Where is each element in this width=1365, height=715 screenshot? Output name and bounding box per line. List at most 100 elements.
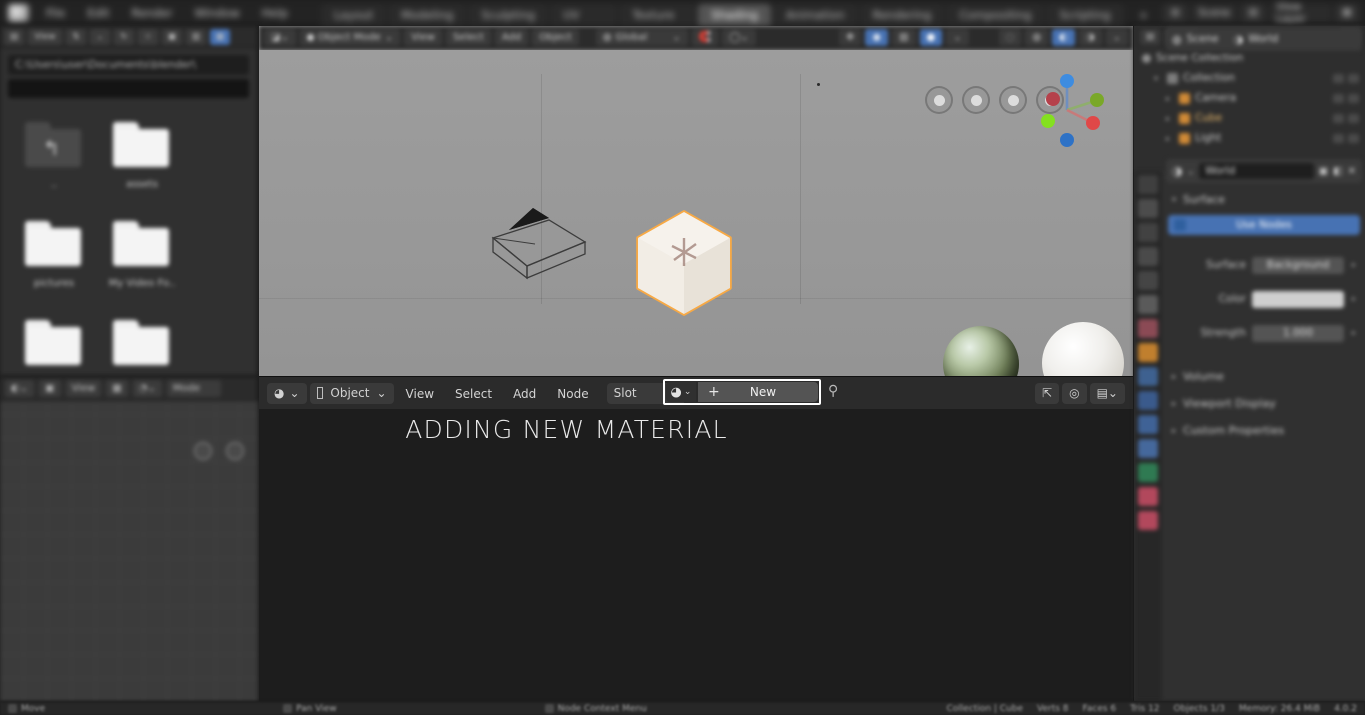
3d-viewport-icon[interactable]: ◪⌄ (264, 29, 296, 46)
properties-tab-particles[interactable] (1138, 391, 1158, 410)
properties-tab-world[interactable] (1138, 295, 1158, 314)
properties-tab-texture[interactable] (1138, 511, 1158, 530)
file-search-input[interactable] (8, 79, 249, 98)
file-browser-view-menu[interactable]: View (28, 28, 62, 45)
editor-type-icon[interactable]: ◐⌄ (5, 380, 35, 397)
properties-tab-physics[interactable] (1138, 415, 1158, 434)
animate-dot-icon[interactable]: • (1350, 293, 1358, 306)
workspace-tab-scripting[interactable]: Scripting (1046, 3, 1124, 26)
shader-overlay-icon[interactable]: ◎ (1062, 382, 1087, 404)
field-strength-value[interactable]: 1.000 (1252, 324, 1344, 342)
panel-surface[interactable]: ▾ Surface (1162, 188, 1365, 210)
filter-icon[interactable]: ⌄ (90, 28, 110, 45)
canvas-handle-b[interactable] (226, 442, 244, 460)
outliner-row-collection[interactable]: ▾ Collection (1134, 68, 1365, 88)
viewport-menu-select[interactable]: Select (445, 29, 491, 46)
shader-options-icon[interactable]: ▤⌄ (1089, 382, 1125, 404)
file-item-assets[interactable]: assets (98, 116, 186, 215)
workspace-tab-layout[interactable]: Layout (321, 3, 387, 26)
chevron-right-icon[interactable]: ▸ (1166, 94, 1174, 103)
chevron-right-icon[interactable]: ▸ (1166, 114, 1174, 123)
shader-node-canvas[interactable] (259, 409, 1133, 702)
file-path-field[interactable]: C:\Users\user\Documents\blender\ (8, 55, 249, 75)
workspace-tab-shading[interactable]: Shading (698, 3, 771, 26)
cube-object[interactable] (634, 210, 734, 316)
shader-menu-select[interactable]: Select (446, 383, 501, 404)
bookmark-icon[interactable]: ☆ (138, 28, 158, 45)
canvas-handle-a[interactable] (194, 442, 212, 460)
outliner-row-light[interactable]: ▸ Light (1134, 128, 1365, 148)
shader-editor-icon[interactable]: ◕ ⌄ (267, 382, 307, 404)
viewport-3d-scene[interactable] (259, 50, 1133, 376)
file-item-pictures[interactable]: pictures (10, 215, 98, 314)
animate-dot-icon[interactable]: • (1350, 327, 1358, 340)
file-item-my-video[interactable]: My Video Fo.. (98, 215, 186, 314)
viewport-menu-view[interactable]: View (404, 29, 442, 46)
animate-dot-icon[interactable]: • (1350, 259, 1358, 272)
workspace-tab-sculpting[interactable]: Sculpting (468, 3, 549, 26)
shading-preview-icon[interactable]: ◐ (1052, 29, 1075, 46)
properties-tab-object[interactable] (1138, 343, 1158, 362)
workspace-tab-add[interactable]: + (1126, 4, 1162, 26)
pin-icon[interactable]: ⚲ (828, 383, 838, 399)
material-browse-icon[interactable]: ◕ ⌄ (666, 382, 696, 402)
properties-tab-tool[interactable] (1138, 175, 1158, 194)
refresh-icon[interactable]: ↻ (114, 28, 134, 45)
workspace-tab-modeling[interactable]: Modeling (388, 3, 467, 26)
properties-tab-collection[interactable] (1138, 319, 1158, 338)
workspace-tab-animation[interactable]: Animation (772, 3, 858, 26)
display-list-icon[interactable]: ▥ (186, 28, 206, 45)
workspace-tab-uv-editing[interactable]: UV Editing (550, 3, 618, 45)
world-name-field[interactable]: World (1199, 163, 1314, 179)
shader-menu-node[interactable]: Node (548, 383, 597, 404)
viewport-menu-object[interactable]: Object (532, 29, 579, 46)
menu-render[interactable]: Render (120, 0, 183, 26)
viewport-overlays-icon[interactable]: ◉ (865, 29, 889, 46)
panel-volume[interactable]: ▸ Volume (1162, 365, 1365, 387)
xray-icon[interactable]: ▨ (892, 29, 916, 46)
shader-menu-view[interactable]: View (397, 383, 443, 404)
properties-tab-view-layer[interactable] (1138, 247, 1158, 266)
snap-icon[interactable]: ◔⌄ (132, 380, 162, 397)
shading-rendered-icon[interactable]: ◑ (1078, 29, 1102, 46)
workspace-tab-rendering[interactable]: Rendering (859, 3, 945, 26)
object-mode-selector[interactable]: Object Mode ⌄ (299, 29, 401, 46)
shading-solid-icon[interactable]: ◍ (1025, 29, 1049, 46)
magnet-icon[interactable]: 🧲 (691, 29, 719, 46)
properties-tab-scene[interactable] (1138, 271, 1158, 290)
new-material-button[interactable]: + New (698, 382, 818, 402)
workspace-tab-texture-paint[interactable]: Texture Paint (619, 3, 697, 45)
workspace-tab-compositing[interactable]: Compositing (946, 3, 1045, 26)
properties-tab-modifiers[interactable] (1138, 367, 1158, 386)
shader-snap-icon[interactable]: ⇱ (1035, 382, 1060, 404)
outliner-icon[interactable]: ▤ (1140, 29, 1160, 45)
view-layer-selector[interactable]: View Layer (1269, 1, 1331, 25)
mode-icon[interactable]: ▣ (39, 380, 61, 397)
shading-options-icon[interactable]: ⌄ (946, 29, 969, 46)
properties-tab-constraints[interactable] (1138, 439, 1158, 458)
camera-object[interactable] (487, 208, 592, 286)
shader-type-selector[interactable]: Object ⌄ (309, 382, 394, 404)
properties-tab-data[interactable] (1138, 463, 1158, 482)
viewport-menu-add[interactable]: Add (494, 29, 529, 46)
panel-viewport-display[interactable]: ▸ Viewport Display (1162, 392, 1365, 414)
properties-tab-render[interactable] (1138, 199, 1158, 218)
menu-file[interactable]: File (35, 0, 76, 26)
navigation-gizmo[interactable] (1023, 66, 1109, 152)
new-folder-icon[interactable]: ▣ (162, 28, 182, 45)
topbar-extra-button[interactable]: ▦ (1335, 3, 1359, 22)
menu-edit[interactable]: Edit (76, 0, 120, 26)
display-grid-icon[interactable]: ▦ (210, 28, 230, 45)
properties-tab-material[interactable] (1138, 487, 1158, 506)
menu-help[interactable]: Help (251, 0, 299, 26)
outliner-row-cube[interactable]: ▸ Cube (1134, 108, 1365, 128)
overlay-icon[interactable]: ▦ (106, 380, 128, 397)
light-object-marker[interactable] (817, 83, 820, 86)
field-surface-value[interactable]: Background (1252, 256, 1344, 274)
outliner-row-scene-collection[interactable]: Scene Collection (1134, 48, 1365, 68)
proportional-edit-icon[interactable]: ◯⌄ (722, 29, 756, 46)
move-icon[interactable] (962, 86, 990, 114)
menu-window[interactable]: Window (183, 0, 250, 26)
properties-tab-output[interactable] (1138, 223, 1158, 242)
shader-menu-add[interactable]: Add (504, 383, 545, 404)
